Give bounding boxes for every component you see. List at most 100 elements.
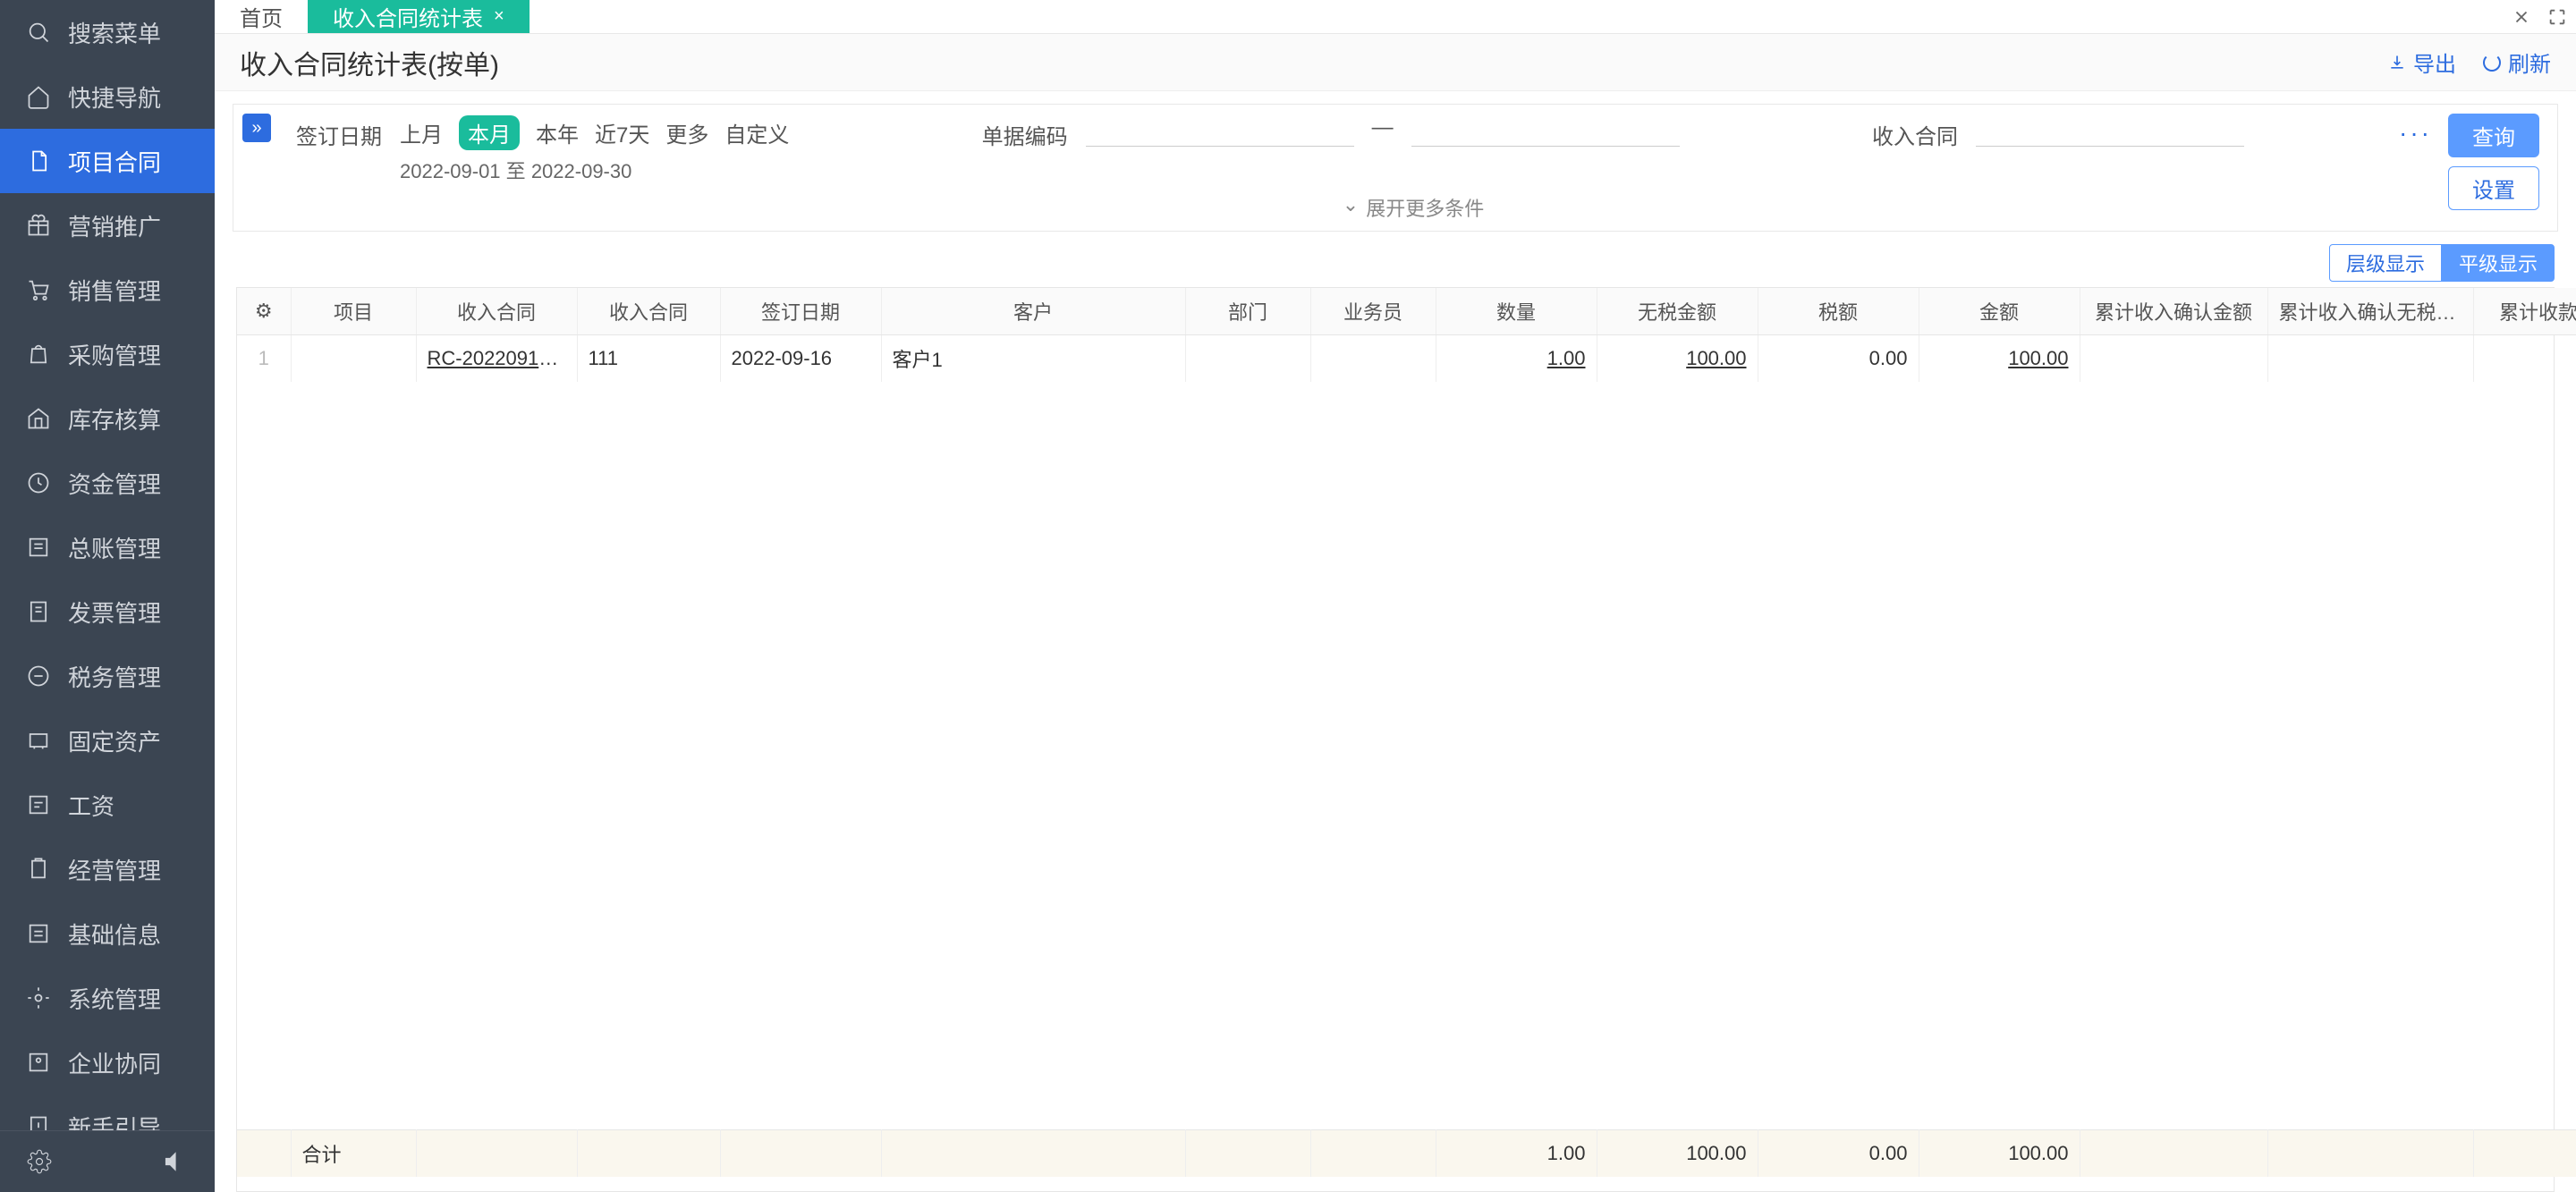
settings-icon[interactable] [27,1149,52,1174]
col-salesman: 业务员 [1310,288,1436,335]
page-title: 收入合同统计表(按单) [240,43,499,82]
col-tax: 税额 [1758,288,1919,335]
home-icon [25,83,52,110]
cell-sign-date: 2022-09-16 [720,335,881,382]
date-last-month[interactable]: 上月 [400,117,443,148]
date-to: 2022-09-30 [531,160,632,182]
wage-icon [25,791,52,818]
sidebar-item-8[interactable]: 总账管理 [0,515,215,579]
sidebar-item-6[interactable]: 库存核算 [0,386,215,451]
doc-no-from-input[interactable] [1086,115,1354,147]
date-this-month[interactable]: 本月 [459,115,520,150]
filter-collapse-button[interactable]: » [242,114,271,142]
date-from: 2022-09-01 [400,160,501,182]
query-button[interactable]: 查询 [2448,114,2539,157]
cell-qty[interactable]: 1.00 [1436,335,1597,382]
sidebar-item-label: 发票管理 [68,596,161,629]
display-flat[interactable]: 平级显示 [2442,244,2555,282]
cell-salesman [1310,335,1436,382]
cell-contract-no[interactable]: RC-20220916-0 [416,335,577,382]
expand-filters-button[interactable]: ⌄ 展开更多条件 [296,184,2530,231]
settings-button[interactable]: 设置 [2448,166,2539,210]
bag-icon [25,341,52,368]
sidebar-item-9[interactable]: 发票管理 [0,579,215,644]
clock-icon [25,469,52,496]
col-project: 项目 [291,288,416,335]
sidebar-item-label: 快捷导航 [68,80,161,114]
filter-more-icon[interactable]: ··· [2399,119,2432,148]
sidebar-item-12[interactable]: 工资 [0,773,215,837]
refresh-label: 刷新 [2508,46,2551,78]
footer-qty: 1.00 [1436,1130,1597,1178]
sidebar-item-label: 经营管理 [68,853,161,886]
sidebar-item-0[interactable]: 搜索菜单 [0,0,215,64]
row-index: 1 [237,335,291,382]
asset-icon [25,727,52,754]
sidebar-item-label: 营销推广 [68,209,161,242]
footer-tax: 0.00 [1758,1130,1919,1178]
sidebar-item-3[interactable]: 营销推广 [0,193,215,258]
table-footer-row: 合计 1.00 100.00 0.00 100.00 0.00 [237,1130,2576,1178]
export-icon [2388,54,2406,72]
sidebar-item-11[interactable]: 固定资产 [0,708,215,773]
tab-active[interactable]: 收入合同统计表 × [308,0,530,33]
doc-no-sep: — [1372,115,1394,140]
cell-amount[interactable]: 100.00 [1919,335,2080,382]
sidebar-item-7[interactable]: 资金管理 [0,451,215,515]
tab-close-icon[interactable]: × [494,6,504,27]
sidebar-item-4[interactable]: 销售管理 [0,258,215,322]
date-custom[interactable]: 自定义 [724,117,789,148]
sidebar-item-15[interactable]: 系统管理 [0,966,215,1030]
gift-icon [25,212,52,239]
sidebar-item-17[interactable]: 新手引导 [0,1095,215,1130]
cell-acc-received[interactable]: 0.00 [2473,335,2554,382]
col-settings-icon[interactable]: ⚙ [237,288,291,335]
doc-icon [25,148,52,174]
col-contract-name: 收入合同 [577,288,720,335]
date-more[interactable]: 更多 [665,117,708,148]
horizontal-scrollbar[interactable] [237,1177,2554,1191]
date-last7[interactable]: 近7天 [595,117,649,148]
income-contract-input[interactable] [1976,115,2244,147]
display-tier[interactable]: 层级显示 [2329,244,2442,282]
cell-contract-name: 111 [577,335,720,382]
footer-amount-net: 100.00 [1597,1130,1758,1178]
sidebar-item-14[interactable]: 基础信息 [0,901,215,966]
date-this-year[interactable]: 本年 [536,117,579,148]
sidebar-item-label: 总账管理 [68,531,161,564]
col-acc-confirm-amt: 累计收入确认金额 [2080,288,2267,335]
footer-label: 合计 [291,1130,416,1178]
sidebar-item-label: 搜索菜单 [68,16,161,49]
col-qty: 数量 [1436,288,1597,335]
clipboard-icon [25,856,52,883]
tab-close-all-icon[interactable] [2512,7,2531,27]
search-icon [25,19,52,46]
export-button[interactable]: 导出 [2388,46,2456,78]
display-toggle: 层级显示 平级显示 [215,232,2576,287]
sidebar-item-label: 项目合同 [68,145,161,178]
footer-acc-received: 0.00 [2473,1130,2576,1178]
sidebar-item-10[interactable]: 税务管理 [0,644,215,708]
sidebar-item-label: 新手引导 [68,1111,161,1131]
sign-date-label: 签订日期 [296,115,382,150]
ledger-icon [25,534,52,561]
sidebar-item-2[interactable]: 项目合同 [0,129,215,193]
sidebar-item-1[interactable]: 快捷导航 [0,64,215,129]
data-table: ⚙ 项目 收入合同 收入合同 签订日期 客户 部门 业务员 数量 无税金额 税额… [236,287,2555,1192]
team-icon [25,1049,52,1076]
sidebar-item-13[interactable]: 经营管理 [0,837,215,901]
tab-home[interactable]: 首页 [215,0,308,33]
info-icon [25,920,52,947]
tab-active-label: 收入合同统计表 [333,1,483,32]
sidebar-item-label: 税务管理 [68,660,161,693]
col-acc-confirm-net: 累计收入确认无税金额 [2267,288,2473,335]
sound-icon[interactable] [163,1149,188,1174]
sidebar-item-16[interactable]: 企业协同 [0,1030,215,1095]
doc-no-to-input[interactable] [1411,115,1680,147]
fullscreen-icon[interactable] [2547,7,2567,27]
sidebar-item-label: 基础信息 [68,917,161,951]
tax-icon [25,663,52,689]
sidebar-item-5[interactable]: 采购管理 [0,322,215,386]
refresh-button[interactable]: 刷新 [2483,46,2551,78]
cell-amount-net[interactable]: 100.00 [1597,335,1758,382]
